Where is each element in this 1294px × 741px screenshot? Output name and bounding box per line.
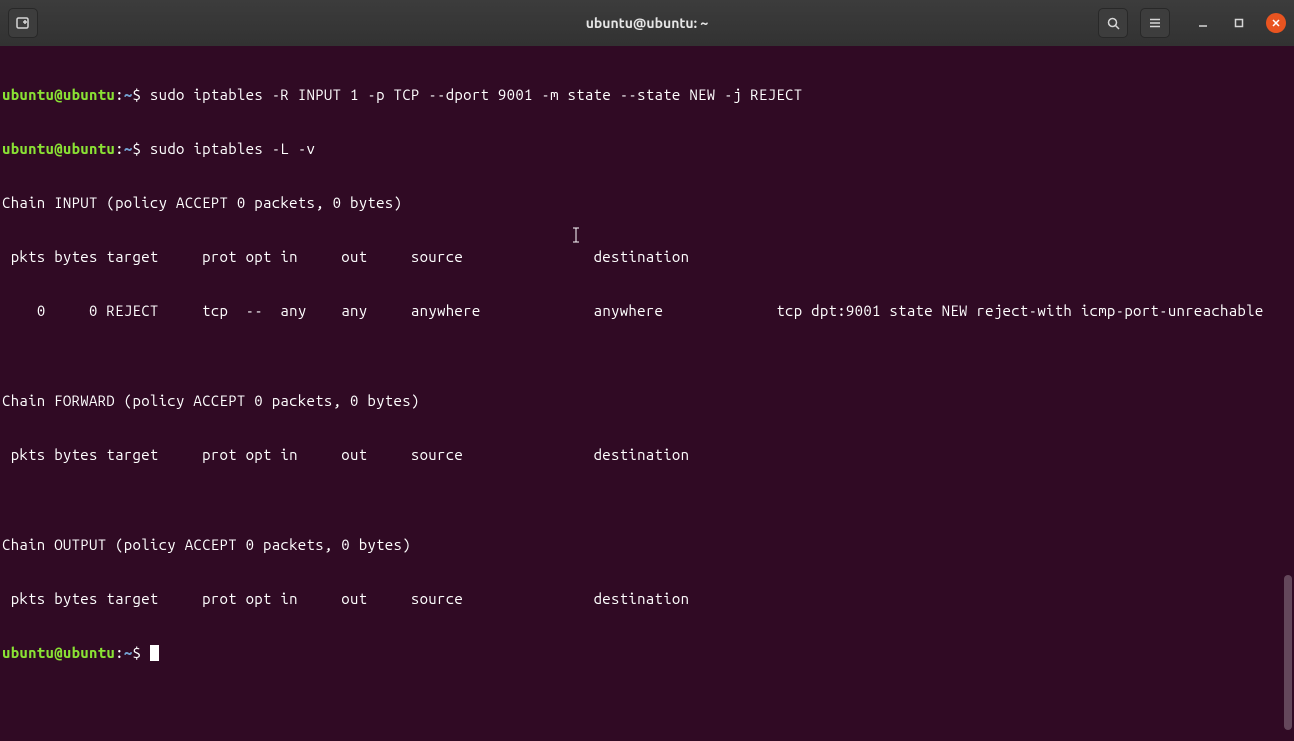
prompt-user: ubuntu@ubuntu [2, 644, 115, 661]
new-tab-icon [15, 15, 31, 31]
terminal-line: ubuntu@ubuntu:~$ [2, 644, 1292, 662]
prompt-user: ubuntu@ubuntu [2, 86, 115, 103]
prompt-path: ~ [124, 86, 133, 103]
command-text: sudo iptables -R INPUT 1 -p TCP --dport … [150, 86, 803, 103]
scrollbar[interactable] [1284, 575, 1292, 730]
terminal-output: pkts bytes target prot opt in out source… [2, 248, 1292, 266]
terminal-output: pkts bytes target prot opt in out source… [2, 446, 1292, 464]
hamburger-icon [1148, 16, 1162, 30]
minimize-icon [1198, 18, 1208, 28]
terminal-line: ubuntu@ubuntu:~$ sudo iptables -L -v [2, 140, 1292, 158]
window-title: ubuntu@ubuntu: ~ [586, 15, 709, 31]
terminal-output: 0 0 REJECT tcp -- any any anywhere anywh… [2, 302, 1292, 320]
close-button[interactable] [1266, 13, 1286, 33]
command-text: sudo iptables -L -v [150, 140, 315, 157]
prompt-colon: : [115, 644, 124, 661]
prompt-dollar: $ [133, 140, 150, 157]
cursor [150, 645, 159, 661]
prompt-colon: : [115, 140, 124, 157]
titlebar: ubuntu@ubuntu: ~ [0, 0, 1294, 46]
terminal-output: Chain FORWARD (policy ACCEPT 0 packets, … [2, 392, 1292, 410]
close-icon [1271, 18, 1281, 28]
terminal-line: ubuntu@ubuntu:~$ sudo iptables -R INPUT … [2, 86, 1292, 104]
search-icon [1106, 16, 1121, 31]
prompt-path: ~ [124, 140, 133, 157]
terminal-output: Chain OUTPUT (policy ACCEPT 0 packets, 0… [2, 536, 1292, 554]
terminal-output: pkts bytes target prot opt in out source… [2, 590, 1292, 608]
terminal-output: Chain INPUT (policy ACCEPT 0 packets, 0 … [2, 194, 1292, 212]
window-controls [1194, 13, 1286, 33]
maximize-button[interactable] [1230, 14, 1248, 32]
minimize-button[interactable] [1194, 14, 1212, 32]
prompt-dollar: $ [133, 86, 150, 103]
prompt-path: ~ [124, 644, 133, 661]
prompt-dollar: $ [133, 644, 150, 661]
prompt-colon: : [115, 86, 124, 103]
terminal-content[interactable]: ubuntu@ubuntu:~$ sudo iptables -R INPUT … [0, 46, 1294, 702]
maximize-icon [1234, 18, 1244, 28]
search-button[interactable] [1098, 8, 1128, 38]
menu-button[interactable] [1140, 8, 1170, 38]
new-tab-button[interactable] [8, 8, 38, 38]
titlebar-right [1098, 8, 1286, 38]
prompt-user: ubuntu@ubuntu [2, 140, 115, 157]
